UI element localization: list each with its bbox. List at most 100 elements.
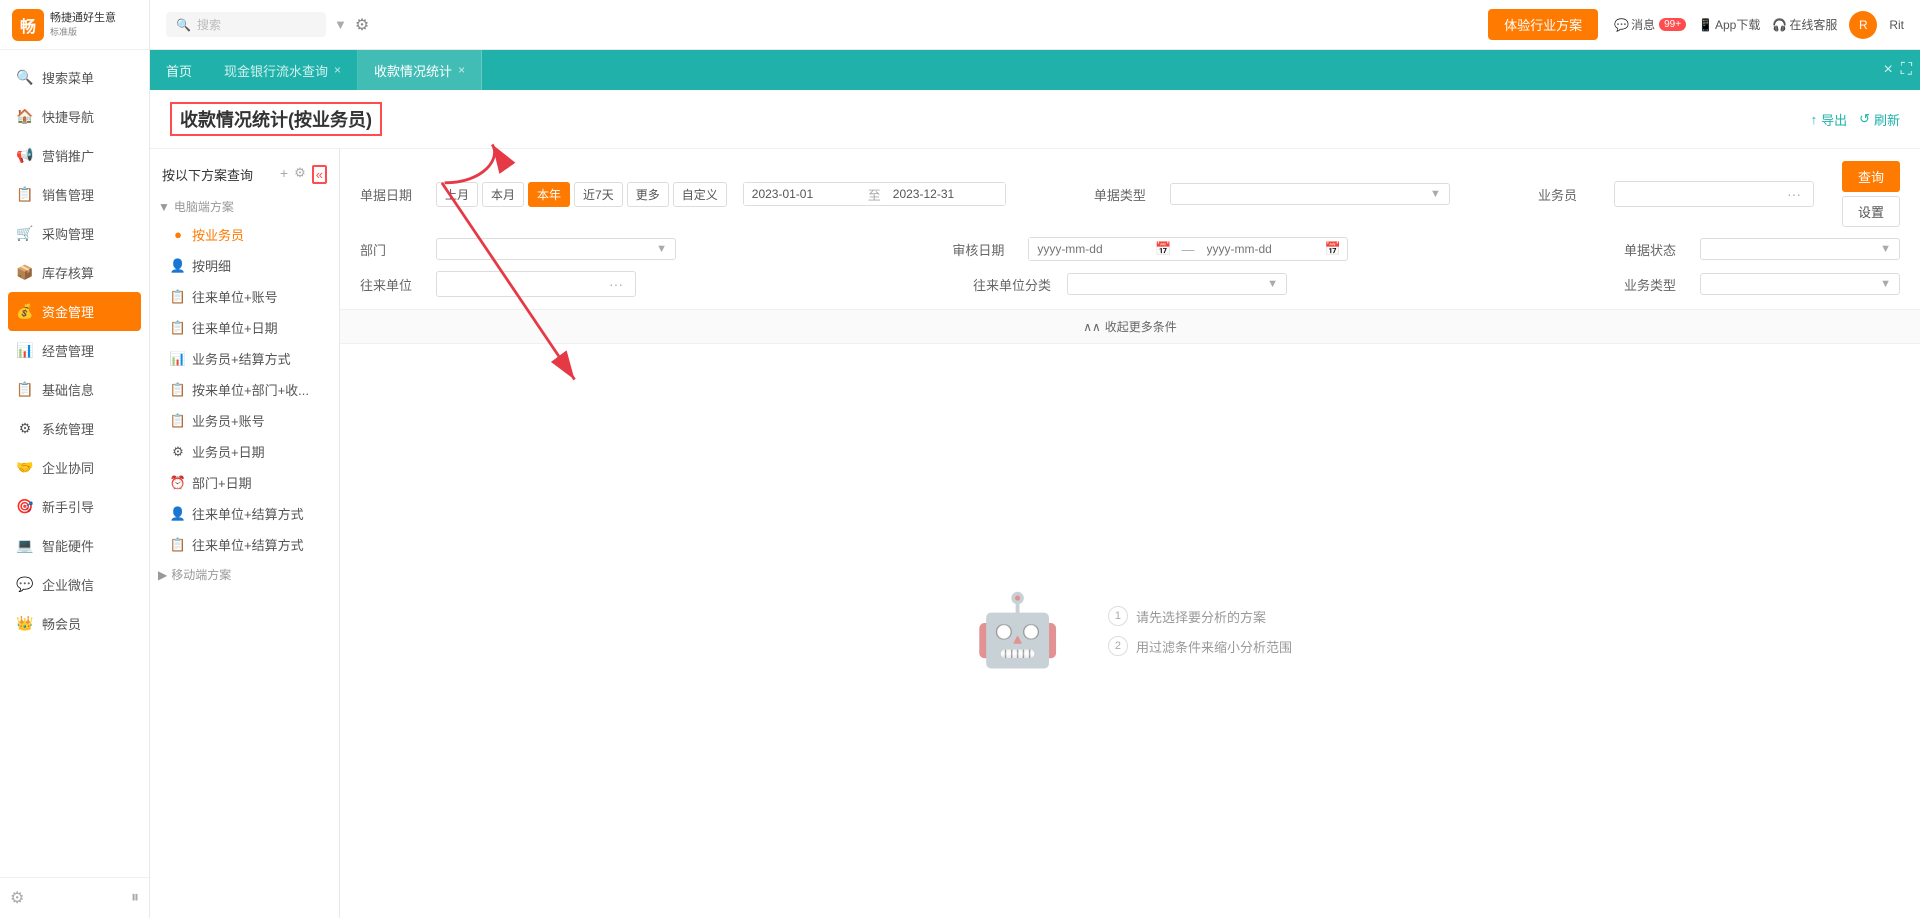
doc-type-select[interactable]: ▼ — [1170, 183, 1450, 205]
sidebar-item-label: 库存核算 — [42, 263, 94, 282]
sidebar-item-capital[interactable]: 💰 资金管理 — [8, 292, 141, 331]
empty-step-2: 2 用过滤条件来缩小分析范围 — [1108, 636, 1292, 656]
sidebar-item-hardware[interactable]: 💻 智能硬件 — [0, 526, 149, 565]
message-area[interactable]: 💬 消息 99+ — [1614, 16, 1686, 33]
trial-button[interactable]: 体验行业方案 — [1488, 9, 1598, 40]
export-button[interactable]: ↑ 导出 — [1811, 110, 1848, 129]
tab-home[interactable]: 首页 — [150, 50, 208, 90]
page-title-bar: 收款情况统计(按业务员) ↑ 导出 ↺ 刷新 — [150, 90, 1920, 149]
refresh-button[interactable]: ↺ 刷新 — [1859, 110, 1900, 129]
header-actions: 💬 消息 99+ 📱 App下载 🎧 在线客服 R Rit — [1614, 11, 1904, 39]
tree-item-label: 往来单位+日期 — [192, 318, 278, 337]
partner-select[interactable]: ··· — [436, 271, 636, 297]
business-type-select[interactable]: ▼ — [1700, 273, 1900, 295]
wechat-icon: 💬 — [16, 576, 34, 594]
query-button[interactable]: 查询 — [1842, 161, 1900, 192]
tree-item-unit-account[interactable]: 📋 往来单位+账号 — [150, 281, 339, 312]
review-date-label: 审核日期 — [952, 240, 1012, 259]
sidebar-item-marketing[interactable]: 📢 营销推广 — [0, 136, 149, 175]
hardware-icon: 💻 — [16, 537, 34, 555]
tree-item-staff-account[interactable]: 📋 业务员+账号 — [150, 405, 339, 436]
add-scheme-button[interactable]: + — [280, 165, 288, 184]
dropdown-arrow-icon[interactable]: ▼ — [334, 17, 347, 32]
tree-item-staff-date[interactable]: ⚙ 业务员+日期 — [150, 436, 339, 467]
sidebar-item-wechat[interactable]: 💬 企业微信 — [0, 565, 149, 604]
sidebar-item-basic[interactable]: 📋 基础信息 — [0, 370, 149, 409]
user-avatar[interactable]: R — [1849, 11, 1877, 39]
settings-bottom-icon[interactable]: ⚙ — [10, 888, 24, 908]
tree-item-unit-date[interactable]: 📋 往来单位+日期 — [150, 312, 339, 343]
tab-receipt[interactable]: 收款情况统计 × — [358, 50, 482, 90]
doc-status-select[interactable]: ▼ — [1700, 238, 1900, 260]
cal-to-icon[interactable]: 📅 — [1319, 241, 1347, 257]
tree-item-label: 按业务员 — [192, 225, 244, 244]
filter-settings-button[interactable]: 设置 — [1842, 196, 1900, 227]
staff-date-icon: ⚙ — [170, 444, 186, 460]
service-icon: 🎧 — [1772, 18, 1787, 32]
sidebar-item-sales[interactable]: 📋 销售管理 — [0, 175, 149, 214]
sidebar-item-inventory[interactable]: 📦 库存核算 — [0, 253, 149, 292]
settings-header-icon[interactable]: ⚙ — [355, 15, 369, 35]
dept-select[interactable]: ▼ — [436, 238, 676, 260]
sales-icon: 📋 — [16, 186, 34, 204]
tab-receipt-close[interactable]: × — [458, 63, 465, 77]
sidebar-item-system[interactable]: ⚙ 系统管理 — [0, 409, 149, 448]
header-search[interactable]: 🔍 搜索 — [166, 12, 326, 37]
collapse-bar[interactable]: ∧∧ 收起更多条件 — [340, 310, 1920, 344]
tree-group-mobile[interactable]: ▶ 移动端方案 — [150, 560, 339, 587]
tree-item-unit-settle1[interactable]: 👤 往来单位+结算方式 — [150, 498, 339, 529]
collapse-icon: ∧∧ — [1083, 320, 1101, 334]
sidebar-item-search[interactable]: 🔍 搜索菜单 — [0, 58, 149, 97]
sidebar-item-quicknav[interactable]: 🏠 快捷导航 — [0, 97, 149, 136]
detail-scheme-icon: 👤 — [170, 258, 186, 274]
main-content: 🔍 搜索 ▼ ⚙ 体验行业方案 💬 消息 99+ 📱 App下载 🎧 — [150, 0, 1920, 918]
partner-type-select[interactable]: ▼ — [1067, 273, 1287, 295]
tab-bank[interactable]: 现金银行流水查询 × — [208, 50, 358, 90]
partner-more-icon[interactable]: ··· — [605, 276, 627, 292]
sidebar-item-label: 销售管理 — [42, 185, 94, 204]
sidebar-item-label: 采购管理 — [42, 224, 94, 243]
guide-icon: 🎯 — [16, 498, 34, 516]
tree-item-label: 业务员+账号 — [192, 411, 265, 430]
panel-header-actions: + ⚙ « — [280, 165, 327, 184]
home-icon: 🏠 — [16, 108, 34, 126]
date-separator: 至 — [864, 185, 885, 204]
date-btn-last-month[interactable]: 上月 — [436, 182, 478, 207]
review-from-input[interactable] — [1029, 238, 1149, 260]
date-btn-7days[interactable]: 近7天 — [574, 182, 623, 207]
app-download-area[interactable]: 📱 App下载 — [1698, 16, 1760, 33]
tree-item-dept-date[interactable]: ⏰ 部门+日期 — [150, 467, 339, 498]
tab-close-all[interactable]: × — [1883, 61, 1892, 79]
date-btn-more[interactable]: 更多 — [627, 182, 669, 207]
tree-item-by-detail[interactable]: 👤 按明细 — [150, 250, 339, 281]
review-to-input[interactable] — [1199, 238, 1319, 260]
sidebar-item-enterprise[interactable]: 🤝 企业协同 — [0, 448, 149, 487]
tree-group-desktop[interactable]: ▼ 电脑端方案 — [150, 192, 339, 219]
sidebar-item-purchase[interactable]: 🛒 采购管理 — [0, 214, 149, 253]
staff-more-icon[interactable]: ··· — [1783, 186, 1805, 202]
tree-item-unit-settle2[interactable]: 📋 往来单位+结算方式 — [150, 529, 339, 560]
collapse-label: 收起更多条件 — [1105, 318, 1177, 335]
tab-expand[interactable]: ⛶ — [1901, 61, 1912, 79]
step-1-text: 请先选择要分析的方案 — [1136, 607, 1266, 626]
online-service-area[interactable]: 🎧 在线客服 — [1772, 16, 1837, 33]
staff-select[interactable]: ··· — [1614, 181, 1814, 207]
cal-from-icon[interactable]: 📅 — [1149, 241, 1177, 257]
sidebar-item-member[interactable]: 👑 畅会员 — [0, 604, 149, 643]
collapse-bottom-icon[interactable]: ⏸ — [131, 889, 139, 907]
search-icon: 🔍 — [16, 69, 34, 87]
date-btn-this-month[interactable]: 本月 — [482, 182, 524, 207]
page-actions: ↑ 导出 ↺ 刷新 — [1811, 110, 1900, 129]
tree-item-unit-dept[interactable]: 📋 按来单位+部门+收... — [150, 374, 339, 405]
collapse-panel-button[interactable]: « — [312, 165, 327, 184]
tree-item-by-staff[interactable]: ● 按业务员 — [150, 219, 339, 250]
date-from-input[interactable] — [744, 183, 864, 205]
date-btn-this-year[interactable]: 本年 — [528, 182, 570, 207]
date-to-input[interactable] — [885, 183, 1005, 205]
sidebar-item-guide[interactable]: 🎯 新手引导 — [0, 487, 149, 526]
sidebar-item-operation[interactable]: 📊 经营管理 — [0, 331, 149, 370]
scheme-settings-button[interactable]: ⚙ — [294, 165, 306, 184]
date-btn-custom[interactable]: 自定义 — [673, 182, 727, 207]
tree-item-staff-settle[interactable]: 📊 业务员+结算方式 — [150, 343, 339, 374]
tab-bank-close[interactable]: × — [334, 63, 341, 77]
